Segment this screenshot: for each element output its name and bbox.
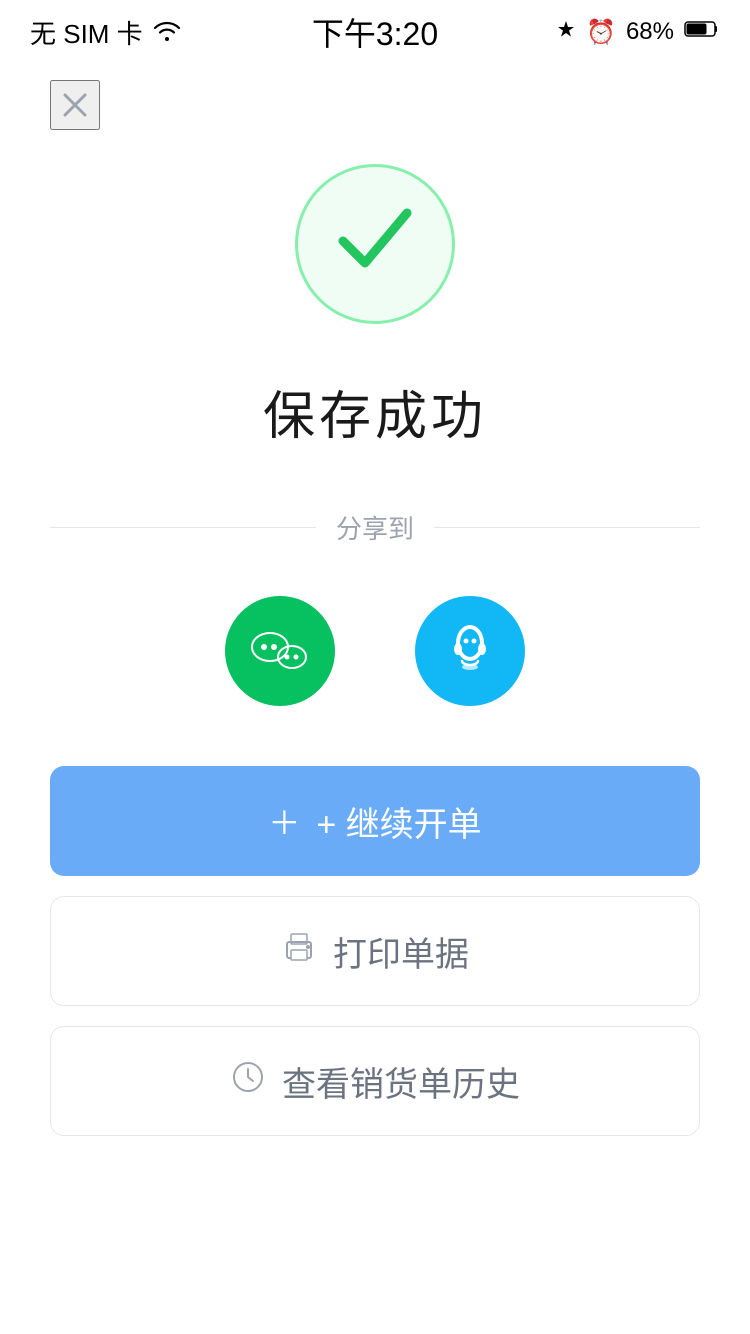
battery-percent: 68% [626, 18, 674, 46]
status-right: ⏰ 68% [556, 18, 720, 47]
print-label: 打印单据 [333, 927, 469, 976]
wechat-share-button[interactable] [225, 596, 335, 706]
status-time: 下午3:20 [312, 9, 438, 55]
sim-status: 无 SIM 卡 [30, 14, 143, 51]
battery-icon [684, 18, 720, 46]
success-circle [295, 164, 455, 324]
print-button[interactable]: 打印单据 [50, 896, 700, 1006]
success-title: 保存成功 [263, 374, 487, 449]
continue-order-label: + 继续开单 [316, 797, 481, 846]
status-left: 无 SIM 卡 [30, 14, 181, 51]
printer-icon [281, 930, 317, 972]
action-buttons: ＋ + 继续开单 打印单据 查看销货单历 [0, 766, 750, 1136]
status-bar: 无 SIM 卡 下午3:20 ⏰ 68% [0, 0, 750, 64]
wifi-icon [153, 17, 181, 48]
history-label: 查看销货单历史 [282, 1057, 520, 1106]
close-button[interactable] [50, 80, 100, 130]
share-divider: 分享到 [0, 509, 750, 546]
clock-icon [230, 1059, 266, 1103]
history-button[interactable]: 查看销货单历史 [50, 1026, 700, 1136]
share-icons [225, 596, 525, 706]
qq-share-button[interactable] [415, 596, 525, 706]
check-icon [335, 203, 415, 286]
continue-order-button[interactable]: ＋ + 继续开单 [50, 766, 700, 876]
divider-right [434, 527, 700, 528]
share-label: 分享到 [316, 509, 434, 546]
divider-left [50, 527, 316, 528]
share-section: 分享到 [0, 509, 750, 706]
alarm-icon: ⏰ [586, 18, 616, 47]
location-icon [556, 18, 576, 46]
plus-icon: ＋ [268, 798, 300, 844]
main-content: 保存成功 分享到 [0, 64, 750, 1136]
